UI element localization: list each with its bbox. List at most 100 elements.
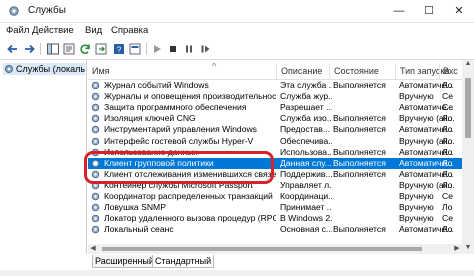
service-row[interactable]: Клиент отслеживания изменившихся связей П…: [88, 169, 474, 180]
horizontal-scroll-thumb[interactable]: [102, 247, 422, 251]
service-name: Локальный сеанс: [104, 224, 174, 235]
maximize-button[interactable]: ☐: [414, 0, 444, 22]
console-tree-pane: Службы (локалы: [0, 60, 87, 254]
service-name: Журнал событий Windows: [104, 80, 209, 90]
service-description: Управляет л...: [280, 179, 332, 190]
service-gear-icon: [91, 126, 100, 134]
service-description: Принимает ...: [280, 202, 332, 213]
menu-view[interactable]: Вид: [85, 25, 102, 36]
service-name: Интерфейс гостевой службы Hyper-V: [104, 135, 254, 146]
service-row[interactable]: Инструментарий управления Windows Предост…: [88, 124, 474, 135]
service-row[interactable]: Защита программного обеспечения Разрешает…: [88, 102, 474, 113]
minimize-button[interactable]: —: [384, 0, 414, 22]
close-button[interactable]: ✕: [444, 0, 474, 22]
service-logon-as: Ло: [442, 202, 453, 213]
menu-action[interactable]: Действие: [32, 25, 74, 36]
tree-node-services-local[interactable]: Службы (локалы: [3, 63, 85, 75]
column-divider[interactable]: [395, 63, 396, 79]
refresh-icon[interactable]: [78, 42, 92, 56]
restart-service-icon[interactable]: [198, 42, 212, 56]
start-service-icon[interactable]: [150, 42, 164, 56]
service-row[interactable]: Контейнер службы Microsoft Passport Управ…: [88, 180, 474, 191]
column-header-name[interactable]: Имя: [92, 66, 110, 76]
scroll-right-arrow-icon[interactable]: ▶: [452, 244, 462, 254]
service-name: Контейнер службы Microsoft Passport: [104, 179, 253, 190]
services-list-pane: Имя ^ Описание Состояние Тип запуска Вхс…: [88, 60, 474, 254]
stop-service-icon[interactable]: [166, 42, 180, 56]
svg-text:?: ?: [117, 46, 122, 55]
service-name: Защита программного обеспечения: [104, 102, 247, 113]
service-gear-icon: [91, 226, 100, 234]
service-description: Служба изо...: [280, 113, 332, 124]
service-name: Использование данных: [104, 146, 198, 157]
service-gear-icon: [91, 81, 100, 90]
service-row[interactable]: Координатор распределенных транзакций Коо…: [88, 191, 474, 202]
properties-sheet-icon[interactable]: [62, 42, 76, 56]
service-gear-icon: [91, 159, 100, 167]
column-divider[interactable]: [276, 63, 277, 79]
back-arrow-icon[interactable]: [6, 42, 20, 56]
scroll-up-arrow-icon[interactable]: ▲: [462, 60, 474, 70]
services-gear-icon: [5, 65, 13, 73]
export-list-icon[interactable]: [94, 42, 108, 56]
service-status: Выполняется: [333, 124, 386, 135]
column-header-status[interactable]: Состояние: [334, 66, 379, 76]
service-description: Поддержив...: [280, 168, 332, 179]
menu-file[interactable]: Файл: [6, 25, 29, 36]
toolbar: ?: [0, 39, 474, 60]
service-row[interactable]: Изоляция ключей CNG Служба изо... Выполняе…: [88, 113, 474, 124]
vertical-scrollbar[interactable]: ▲ ▼: [462, 60, 474, 254]
toolbar-separator: [40, 43, 41, 55]
service-row[interactable]: Журналы и оповещения производительности С…: [88, 91, 474, 102]
services-gear-icon: [9, 6, 19, 16]
horizontal-scrollbar[interactable]: ◀ ▶: [88, 244, 462, 254]
service-name: Инструментарий управления Windows: [104, 124, 257, 135]
service-row[interactable]: Клиент групповой политики Данная слу... Вы…: [88, 157, 474, 169]
service-status: Выполняется: [333, 224, 386, 235]
menu-help[interactable]: Справка: [111, 25, 148, 36]
service-row[interactable]: Интерфейс гостевой службы Hyper-V Обеспеч…: [88, 136, 474, 147]
service-logon-as: Ло: [442, 113, 453, 124]
tab-standard[interactable]: Стандартный: [152, 255, 215, 268]
column-header-description[interactable]: Описание: [281, 66, 322, 76]
service-description: Служба жур...: [280, 91, 332, 102]
pause-service-icon[interactable]: [182, 42, 196, 56]
tab-extended[interactable]: Расширенный: [92, 255, 157, 268]
service-logon-as: Ло: [442, 80, 453, 90]
title-bar[interactable]: Службы — ☐ ✕: [0, 0, 474, 23]
service-logon-as: Се: [442, 191, 453, 201]
scroll-left-arrow-icon[interactable]: ◀: [88, 244, 98, 254]
service-description: Эта служба ...: [280, 80, 332, 90]
service-gear-icon: [91, 115, 100, 123]
service-row[interactable]: Журнал событий Windows Эта служба ... Выпо…: [88, 80, 474, 91]
console-tree-icon[interactable]: [46, 42, 60, 56]
scroll-down-arrow-icon[interactable]: ▼: [462, 244, 474, 254]
service-row[interactable]: Ловушка SNMP Принимает ... Вручную Ло: [88, 202, 474, 213]
service-description: Предостав...: [280, 124, 330, 135]
service-description: Данная слу...: [280, 157, 332, 168]
service-logon-as: Ло: [442, 146, 453, 157]
service-name: Локатор удаленного вызова процедур (RPC): [104, 213, 276, 224]
column-divider[interactable]: [329, 63, 330, 79]
service-gear-icon: [91, 92, 100, 101]
service-row[interactable]: Локатор удаленного вызова процедур (RPC)…: [88, 213, 474, 224]
column-header-logon-as[interactable]: Вхс: [443, 66, 458, 76]
service-status: Выполняется: [333, 146, 386, 157]
vertical-scroll-thumb[interactable]: [465, 78, 471, 138]
service-status: Выполняется: [333, 80, 386, 90]
service-row[interactable]: Локальный сеанс Основная с... Выполняется А…: [88, 224, 474, 235]
help-icon[interactable]: ?: [112, 42, 126, 56]
service-description: Использова...: [280, 146, 332, 157]
service-gear-icon: [91, 137, 100, 145]
service-logon-as: Ло: [442, 124, 453, 135]
service-name: Координатор распределенных транзакций: [104, 191, 273, 201]
mmc-snapin-icon[interactable]: [128, 42, 142, 56]
service-logon-as: Ло: [442, 224, 453, 235]
service-status: Выполняется: [333, 113, 386, 124]
service-name: Клиент групповой политики: [104, 157, 214, 168]
service-row[interactable]: Использование данных Использова... Выполня…: [88, 147, 474, 158]
column-divider[interactable]: [439, 63, 440, 79]
forward-arrow-icon[interactable]: [22, 42, 36, 56]
view-tabs: Расширенный Стандартный: [88, 255, 474, 269]
service-status: Выполняется: [333, 168, 386, 179]
